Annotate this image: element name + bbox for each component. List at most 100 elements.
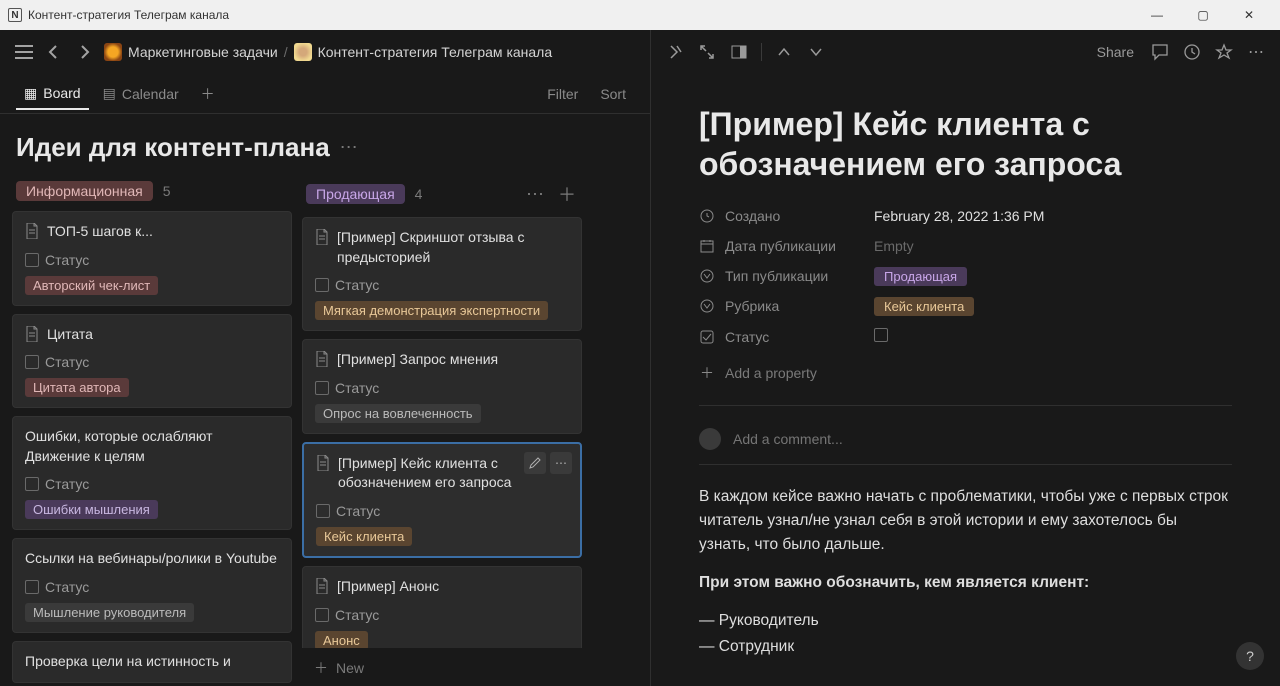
comments-icon[interactable] [1150, 42, 1170, 62]
board-card[interactable]: ТОП-5 шагов к... Статус Авторский чек-ли… [12, 211, 292, 306]
prev-page-icon[interactable] [774, 42, 794, 62]
checkbox-icon[interactable] [315, 608, 329, 622]
window-title: Контент-стратегия Телеграм канала [28, 8, 229, 22]
board-title-row: Идеи для контент-плана ⋯ [0, 114, 650, 175]
board-icon: ▦ [24, 85, 37, 102]
column-header[interactable]: Информационная 5 [12, 175, 292, 211]
checkbox-icon[interactable] [874, 328, 888, 342]
prop-pub-date[interactable]: Дата публикации Empty [699, 238, 1232, 254]
help-button[interactable]: ? [1236, 642, 1264, 670]
calendar-icon [699, 239, 715, 253]
status-label: Статус [45, 354, 89, 370]
body-bold: При этом важно обозначить, кем является … [699, 574, 1089, 591]
board-card[interactable]: [Пример] Анонс Статус Анонс [302, 566, 582, 648]
window-maximize[interactable]: ▢ [1180, 0, 1226, 30]
edit-icon[interactable] [524, 452, 546, 474]
card-pill: Опрос на вовлеченность [315, 404, 481, 423]
page-topbar: Share ⋯ [651, 30, 1280, 74]
board-card[interactable]: [Пример] Скриншот отзыва с предысторией … [302, 217, 582, 331]
checkbox-icon[interactable] [316, 504, 330, 518]
tab-board[interactable]: ▦ Board [16, 79, 89, 110]
breadcrumb[interactable]: Маркетинговые задачи / Контент-стратегия… [104, 43, 552, 61]
updates-icon[interactable] [1182, 42, 1202, 62]
nav-back-icon[interactable] [44, 42, 64, 62]
column-menu-icon[interactable]: ⋯ [524, 184, 546, 205]
hamburger-icon[interactable] [14, 42, 34, 62]
body-line: — Сотрудник [699, 635, 1232, 659]
peek-mode-icon[interactable] [729, 42, 749, 62]
page-icon [315, 578, 329, 594]
tab-label: Board [43, 85, 80, 101]
board-panel: Маркетинговые задачи / Контент-стратегия… [0, 30, 650, 686]
board-card[interactable]: Ошибки, которые ослабляют Движение к цел… [12, 416, 292, 530]
checkbox-icon[interactable] [25, 355, 39, 369]
comment-row[interactable] [699, 420, 1232, 465]
page-body[interactable]: В каждом кейсе важно начать с проблемати… [699, 465, 1232, 659]
card-pill: Мягкая демонстрация экспертности [315, 301, 548, 320]
nav-forward-icon[interactable] [74, 42, 94, 62]
prop-status[interactable]: Статус [699, 328, 1232, 345]
column-header[interactable]: Продающая 4 ⋯ ＋ [302, 175, 582, 217]
status-label: Статус [45, 579, 89, 595]
checkbox-icon[interactable] [25, 580, 39, 594]
page-title[interactable]: [Пример] Кейс клиента с обозначением его… [699, 104, 1232, 184]
card-pill: Мышление руководителя [25, 603, 194, 622]
comment-input[interactable] [733, 431, 1232, 447]
board-card-selected[interactable]: ⋯ [Пример] Кейс клиента с обозначением е… [302, 442, 582, 558]
add-property-button[interactable]: ＋ Add a property [699, 359, 1232, 387]
window-minimize[interactable]: — [1134, 0, 1180, 30]
card-title: [Пример] Скриншот отзыва с предысторией [337, 228, 569, 267]
board-title[interactable]: Идеи для контент-плана [16, 132, 330, 163]
status-label: Статус [335, 277, 379, 293]
prop-tag: Продающая [874, 267, 967, 286]
card-menu-icon[interactable]: ⋯ [550, 452, 572, 474]
column-add-icon[interactable]: ＋ [556, 181, 578, 207]
prop-pub-type[interactable]: Тип публикации Продающая [699, 268, 1232, 284]
board-menu-icon[interactable]: ⋯ [340, 137, 359, 158]
tab-calendar[interactable]: ▤ Calendar [95, 79, 187, 108]
next-page-icon[interactable] [806, 42, 826, 62]
page-icon [315, 351, 329, 367]
window-titlebar: N Контент-стратегия Телеграм канала — ▢ … [0, 0, 1280, 30]
window-close[interactable]: ✕ [1226, 0, 1272, 30]
share-button[interactable]: Share [1097, 44, 1138, 60]
filter-button[interactable]: Filter [539, 82, 586, 106]
plus-icon: ＋ [699, 363, 715, 383]
board-card[interactable]: Ссылки на вебинары/ролики в Youtube Стат… [12, 538, 292, 633]
checkbox-icon[interactable] [25, 253, 39, 267]
card-pill: Цитата автора [25, 378, 129, 397]
checkbox-icon[interactable] [315, 278, 329, 292]
breadcrumb-sep: / [284, 44, 288, 60]
page-menu-icon[interactable]: ⋯ [1246, 42, 1266, 62]
page-emoji-icon [294, 43, 312, 61]
sort-button[interactable]: Sort [592, 82, 634, 106]
card-title: Ошибки, которые ослабляют Движение к цел… [25, 427, 279, 466]
select-icon [699, 299, 715, 313]
plus-icon: ＋ [201, 84, 215, 104]
page-icon [315, 229, 329, 245]
board-card[interactable]: Цитата Статус Цитата автора [12, 314, 292, 409]
checkbox-icon[interactable] [25, 477, 39, 491]
add-card-button[interactable]: ＋ New [302, 650, 582, 686]
expand-icon[interactable] [697, 42, 717, 62]
card-title: [Пример] Анонс [337, 577, 439, 597]
checkbox-icon[interactable] [315, 381, 329, 395]
breadcrumb-parent[interactable]: Маркетинговые задачи [128, 44, 278, 60]
calendar-icon: ▤ [103, 85, 116, 102]
breadcrumb-current[interactable]: Контент-стратегия Телеграм канала [318, 44, 553, 60]
collapse-icon[interactable] [665, 42, 685, 62]
prop-rubric[interactable]: Рубрика Кейс клиента [699, 298, 1232, 314]
add-view-button[interactable]: ＋ [193, 78, 223, 110]
card-pill: Кейс клиента [316, 527, 412, 546]
prop-created[interactable]: Создано February 28, 2022 1:36 PM [699, 208, 1232, 224]
board-card[interactable]: Проверка цели на истинность и [12, 641, 292, 683]
prop-tag: Кейс клиента [874, 297, 974, 316]
card-pill: Ошибки мышления [25, 500, 158, 519]
favorite-icon[interactable] [1214, 42, 1234, 62]
card-title: ТОП-5 шагов к... [47, 222, 153, 242]
prop-label: Статус [725, 329, 769, 345]
divider [699, 405, 1232, 406]
status-label: Статус [45, 476, 89, 492]
board-card[interactable]: [Пример] Запрос мнения Статус Опрос на в… [302, 339, 582, 434]
page-emoji-icon [104, 43, 122, 61]
